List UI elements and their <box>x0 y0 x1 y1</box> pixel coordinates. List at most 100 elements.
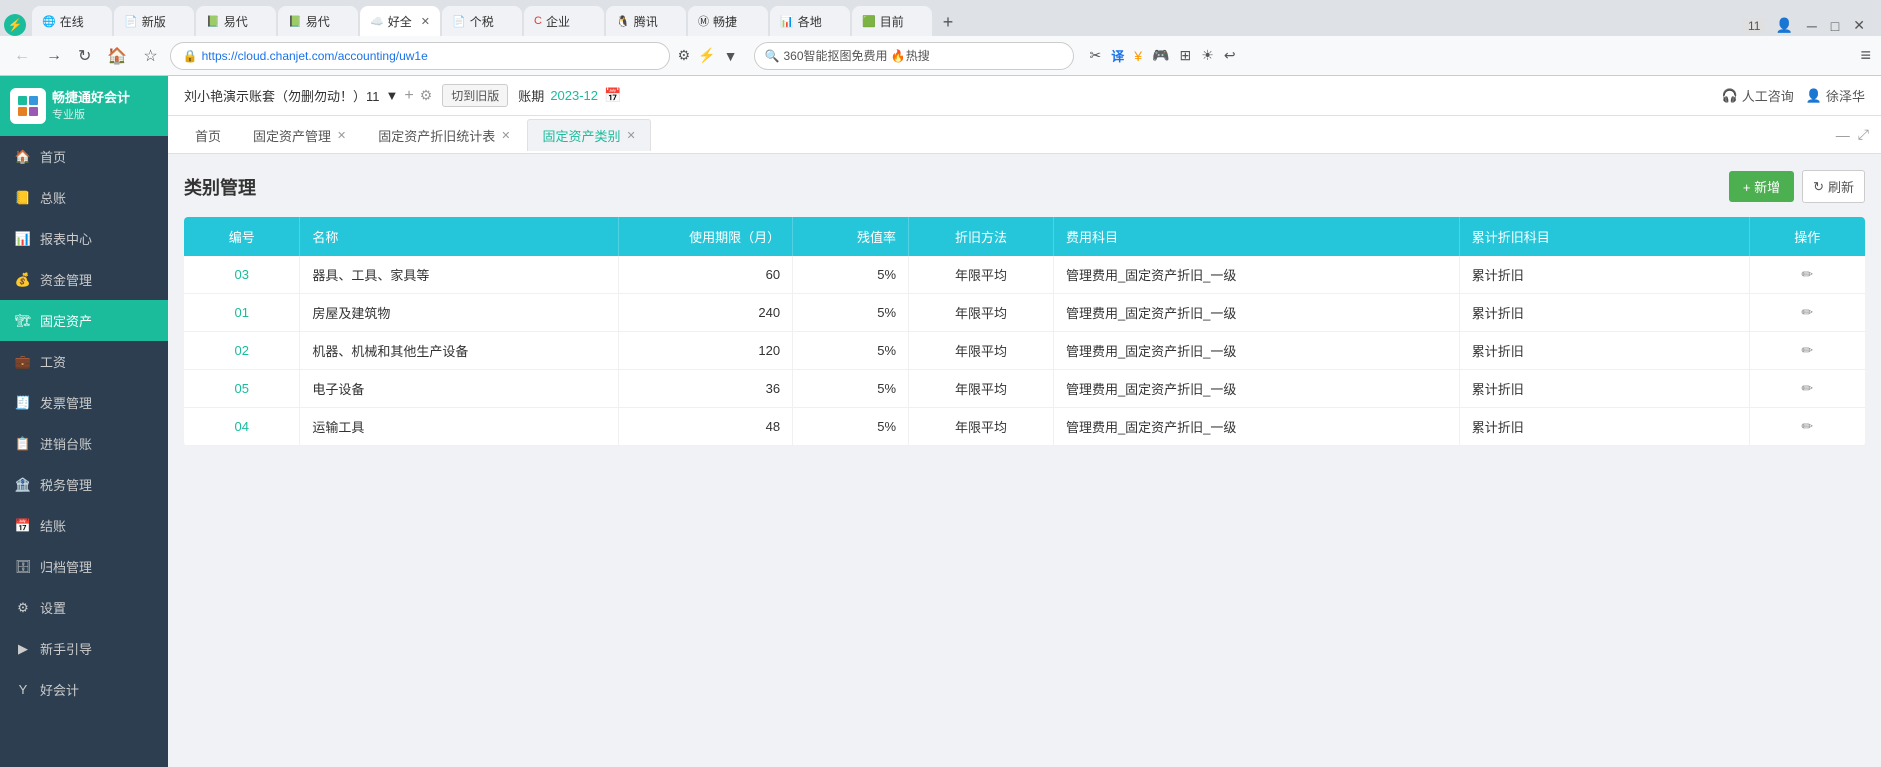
sidebar-item-home[interactable]: 🏠 首页 <box>0 136 168 177</box>
row-code-3[interactable]: 05 <box>234 381 248 396</box>
topbar-dropdown-icon[interactable]: ▼ <box>386 88 399 103</box>
add-button[interactable]: + 新增 <box>1729 171 1794 202</box>
content-tab-home[interactable]: 首页 <box>180 119 236 151</box>
content-tab-asset-mgmt[interactable]: 固定资产管理 ✕ <box>238 119 361 151</box>
home-button[interactable]: 🏠 <box>103 44 131 68</box>
refresh-label: 刷新 <box>1828 177 1854 196</box>
address-dropdown-icon[interactable]: ▼ <box>724 48 738 64</box>
coupon-icon[interactable]: ¥ <box>1134 48 1142 64</box>
col-header-name: 名称 <box>300 217 619 256</box>
browser-tab-gedi[interactable]: 📊 各地 <box>770 6 850 36</box>
browser-tab-xinban[interactable]: 📄 新版 <box>114 6 194 36</box>
address-input[interactable]: 🔒 https://cloud.chanjet.com/accounting/u… <box>170 42 670 70</box>
search-bar[interactable]: 🔍 360智能抠图免费用 🔥热搜 <box>754 42 1074 70</box>
invoice-icon: 🧾 <box>14 394 32 412</box>
content-tab-depreciation-close[interactable]: ✕ <box>501 129 510 142</box>
row-period-2: 120 <box>619 332 793 370</box>
grid-icon[interactable]: ⊞ <box>1180 47 1192 64</box>
bookmark-button[interactable]: ☆ <box>139 44 161 68</box>
undo-icon[interactable]: ↩ <box>1224 47 1236 64</box>
consult-button[interactable]: 🎧 人工咨询 <box>1722 86 1794 105</box>
sidebar-item-salary[interactable]: 💼 工资 <box>0 341 168 382</box>
content-tab-category-label: 固定资产类别 <box>542 126 620 145</box>
row-expense-0: 管理费用_固定资产折旧_一级 <box>1053 256 1459 294</box>
sidebar-item-app[interactable]: Y 好会计 <box>0 669 168 710</box>
calendar-icon[interactable]: 📅 <box>604 87 621 104</box>
browser-tab-tengxun[interactable]: 🐧 腾讯 <box>606 6 686 36</box>
forward-button[interactable]: → <box>42 45 66 67</box>
sidebar-item-purchase[interactable]: 📋 进销台账 <box>0 423 168 464</box>
translate-icon[interactable]: 译 <box>1111 46 1124 65</box>
refresh-button[interactable]: ↻ 刷新 <box>1802 170 1865 203</box>
tab-expand-icon[interactable]: ⤢ <box>1858 126 1869 143</box>
user-name-button[interactable]: 👤 徐泽华 <box>1806 86 1865 105</box>
content-tab-depreciation-label: 固定资产折旧统计表 <box>378 126 495 145</box>
topbar-settings-icon[interactable]: ⚙ <box>420 87 433 104</box>
row-rate-3: 5% <box>793 370 909 408</box>
row-edit-btn-3[interactable]: ✏ <box>1801 380 1813 396</box>
page-header: 类别管理 + 新增 ↻ 刷新 <box>184 170 1865 203</box>
browser-menu-icon[interactable]: ≡ <box>1860 45 1871 66</box>
row-name-1: 房屋及建筑物 <box>300 294 619 332</box>
browser-tab-muqian[interactable]: 🟩 目前 <box>852 6 932 36</box>
sidebar-item-archive[interactable]: 🗄 归档管理 <box>0 546 168 587</box>
close-browser-icon[interactable]: ✕ <box>1849 15 1869 36</box>
row-code-4[interactable]: 04 <box>234 419 248 434</box>
site-settings-icon[interactable]: ⚙ <box>678 47 691 64</box>
browser-tab-qiye[interactable]: C 企业 <box>524 6 604 36</box>
refresh-icon: ↻ <box>1813 179 1824 195</box>
performance-icon[interactable]: ⚡ <box>698 47 715 64</box>
topbar-plus-icon[interactable]: + <box>404 87 413 105</box>
sidebar-item-asset[interactable]: 🏗 固定资产 <box>0 300 168 341</box>
browser-tab-zaixin[interactable]: 🌐 在线 <box>32 6 112 36</box>
address-text: https://cloud.chanjet.com/accounting/uw1… <box>202 49 428 63</box>
sidebar-item-tax[interactable]: 🏦 税务管理 <box>0 464 168 505</box>
maximize-icon[interactable]: □ <box>1827 16 1843 36</box>
browser-tab-close-haoquan[interactable]: ✕ <box>421 15 430 28</box>
reload-button[interactable]: ↻ <box>74 44 95 68</box>
row-name-0: 器具、工具、家具等 <box>300 256 619 294</box>
tax-icon: 🏦 <box>14 476 32 494</box>
profile-icon[interactable]: 👤 <box>1771 15 1796 36</box>
content-tab-depreciation[interactable]: 固定资产折旧统计表 ✕ <box>363 119 525 151</box>
minimize-icon[interactable]: ─ <box>1803 16 1821 36</box>
content-tab-category[interactable]: 固定资产类别 ✕ <box>527 119 650 151</box>
browser-tab-yidai1[interactable]: 📗 易代 <box>196 6 276 36</box>
browser-tab-getax[interactable]: 📄 个税 <box>442 6 522 36</box>
content-tab-asset-mgmt-close[interactable]: ✕ <box>337 129 346 142</box>
row-rate-4: 5% <box>793 408 909 446</box>
row-expense-4: 管理费用_固定资产折旧_一级 <box>1053 408 1459 446</box>
browser-tab-haoquan[interactable]: ☁️ 好全 ✕ <box>360 6 440 36</box>
sidebar-logo-text-block: 畅捷通好会计 专业版 <box>52 90 130 123</box>
row-code-0[interactable]: 03 <box>234 267 248 282</box>
headset-icon: 🎧 <box>1722 88 1738 104</box>
topbar-switch-button[interactable]: 切到旧版 <box>442 84 508 107</box>
new-tab-button[interactable]: + <box>934 8 962 36</box>
sidebar-item-guide[interactable]: ▶ 新手引导 <box>0 628 168 669</box>
row-edit-btn-0[interactable]: ✏ <box>1801 266 1813 282</box>
browser-tab-changjie[interactable]: Ⓜ 畅捷 <box>688 6 768 36</box>
sidebar-item-finance[interactable]: 💰 资金管理 <box>0 259 168 300</box>
row-code-1[interactable]: 01 <box>234 305 248 320</box>
row-name-4: 运输工具 <box>300 408 619 446</box>
sidebar-label-invoice: 发票管理 <box>40 393 92 412</box>
row-period-0: 60 <box>619 256 793 294</box>
sidebar-item-invoice[interactable]: 🧾 发票管理 <box>0 382 168 423</box>
sidebar-item-report[interactable]: 📊 报表中心 <box>0 218 168 259</box>
scissors-icon[interactable]: ✂ <box>1090 47 1102 64</box>
brightness-icon[interactable]: ☀ <box>1201 47 1214 64</box>
row-edit-btn-4[interactable]: ✏ <box>1801 418 1813 434</box>
sidebar-item-close-acc[interactable]: 📅 结账 <box>0 505 168 546</box>
row-edit-btn-2[interactable]: ✏ <box>1801 342 1813 358</box>
tab-minimize-icon[interactable]: — <box>1836 127 1850 143</box>
sidebar-item-ledger[interactable]: 📒 总账 <box>0 177 168 218</box>
back-button[interactable]: ← <box>10 45 34 67</box>
sidebar-item-settings[interactable]: ⚙ 设置 <box>0 587 168 628</box>
browser-tab-yidai2[interactable]: 📗 易代 <box>278 6 358 36</box>
row-edit-btn-1[interactable]: ✏ <box>1801 304 1813 320</box>
ledger-icon: 📒 <box>14 189 32 207</box>
content-tab-category-close[interactable]: ✕ <box>627 129 636 142</box>
table-row: 04 运输工具 48 5% 年限平均 管理费用_固定资产折旧_一级 累计折旧 ✏ <box>184 408 1865 446</box>
row-code-2[interactable]: 02 <box>234 343 248 358</box>
game-icon[interactable]: 🎮 <box>1152 47 1169 64</box>
